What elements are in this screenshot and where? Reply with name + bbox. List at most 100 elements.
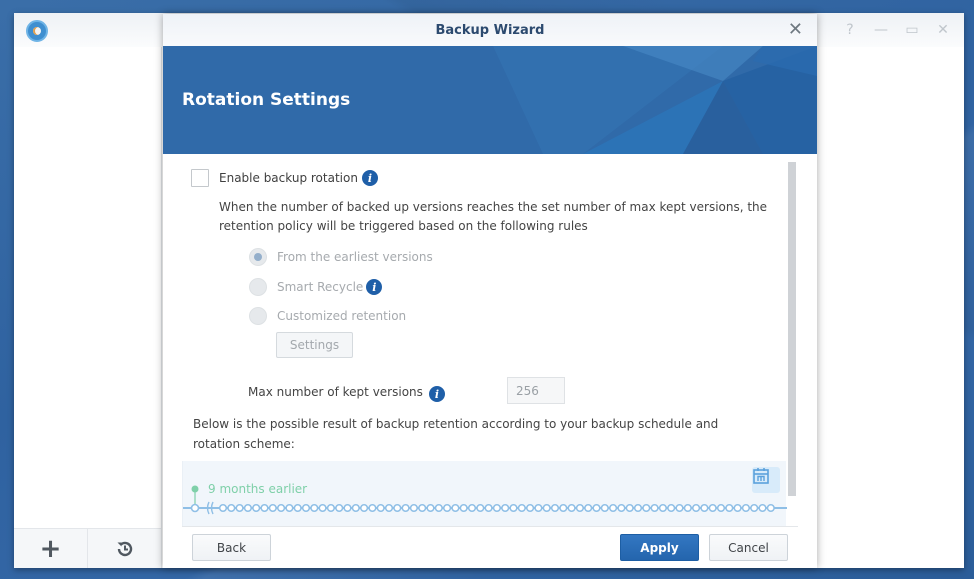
- version-point: [501, 503, 510, 513]
- version-point: [700, 503, 709, 513]
- version-point: [526, 503, 535, 513]
- version-point: [750, 503, 759, 513]
- rule-radio-earliest[interactable]: From the earliest versions: [249, 248, 433, 266]
- maximize-icon[interactable]: ▭: [905, 22, 919, 38]
- version-point: [235, 503, 244, 513]
- version-point: [758, 503, 767, 513]
- retention-timeline: 9 months earlier: [182, 461, 787, 526]
- version-point: [376, 503, 385, 513]
- dialog-titlebar: Backup Wizard ✕: [163, 14, 817, 46]
- rotation-description: When the number of backed up versions re…: [219, 200, 768, 233]
- close-icon[interactable]: ✕: [788, 20, 803, 40]
- version-point: [243, 503, 252, 513]
- version-point: [650, 503, 659, 513]
- version-point: [318, 503, 327, 513]
- radio-button[interactable]: [249, 248, 267, 266]
- version-point: [766, 503, 775, 513]
- enable-rotation-label[interactable]: Enable backup rotation: [219, 171, 358, 185]
- version-point: [443, 503, 452, 513]
- add-task-button[interactable]: +: [14, 529, 87, 568]
- footer-divider: [182, 526, 798, 527]
- version-point: [716, 503, 726, 513]
- radio-button[interactable]: [249, 307, 267, 325]
- version-point: [600, 503, 609, 513]
- version-point: [418, 503, 427, 513]
- version-point: [434, 503, 443, 513]
- enable-rotation-row: Enable backup rotation i: [191, 169, 378, 187]
- info-icon[interactable]: i: [428, 386, 445, 402]
- enable-rotation-checkbox[interactable]: [191, 169, 209, 187]
- version-point: [277, 503, 286, 513]
- radio-label: Smart Recycle: [277, 280, 364, 294]
- version-point: [459, 503, 468, 513]
- version-point: [575, 503, 584, 513]
- version-point: [285, 503, 294, 513]
- timeline-start-label: 9 months earlier: [208, 482, 308, 496]
- minimize-icon[interactable]: —: [874, 22, 888, 38]
- restore-button[interactable]: [87, 529, 161, 568]
- version-point: [633, 503, 643, 513]
- radio-button[interactable]: [249, 278, 267, 296]
- version-point: [368, 503, 377, 513]
- hyper-backup-app-icon: [26, 20, 48, 42]
- version-point: [592, 503, 601, 513]
- close-app-icon[interactable]: ✕: [936, 22, 950, 38]
- version-point: [609, 503, 618, 513]
- version-point: [326, 503, 335, 513]
- radio-label: From the earliest versions: [277, 250, 433, 264]
- version-point: [642, 503, 651, 513]
- version-point: [310, 503, 319, 513]
- rule-radio-smart-recycle[interactable]: Smart Recycle i: [249, 278, 383, 296]
- version-point: [426, 503, 435, 513]
- rotation-settings-content: Enable backup rotation i When the number…: [163, 154, 817, 526]
- version-point: [384, 503, 394, 513]
- info-icon[interactable]: i: [366, 279, 383, 295]
- plus-icon: +: [39, 533, 62, 564]
- version-point: [534, 503, 543, 513]
- calendar-button[interactable]: [752, 467, 780, 493]
- version-point: [293, 503, 302, 513]
- version-point: [252, 503, 261, 513]
- apply-button[interactable]: Apply: [620, 534, 699, 561]
- vertical-scrollbar[interactable]: [788, 162, 796, 496]
- version-point: [675, 503, 684, 513]
- step-title: Rotation Settings: [182, 90, 351, 110]
- version-point: [559, 503, 568, 513]
- version-point: [335, 503, 344, 513]
- version-point: [617, 503, 626, 513]
- version-point: [542, 503, 551, 513]
- help-icon[interactable]: ?: [843, 22, 857, 38]
- dialog-title: Backup Wizard: [435, 22, 545, 38]
- back-button[interactable]: Back: [192, 534, 271, 561]
- max-versions-input[interactable]: 256: [507, 377, 565, 404]
- version-point: [658, 503, 667, 513]
- version-point: [343, 503, 352, 513]
- version-point: [467, 503, 477, 513]
- version-point: [268, 503, 277, 513]
- version-point: [733, 503, 742, 513]
- window-controls: ? — ▭ ✕: [843, 22, 950, 38]
- version-point: [517, 503, 526, 513]
- version-point: [667, 503, 676, 513]
- retention-settings-button[interactable]: Settings: [276, 332, 353, 358]
- version-point: [260, 503, 269, 513]
- calendar-icon: [753, 468, 769, 484]
- version-point: [584, 503, 593, 513]
- cancel-button[interactable]: Cancel: [709, 534, 788, 561]
- version-point: [725, 503, 734, 513]
- rule-radio-customized[interactable]: Customized retention: [249, 307, 406, 325]
- version-point: [567, 503, 576, 513]
- info-icon[interactable]: i: [361, 170, 378, 186]
- sidebar-footer: +: [14, 528, 161, 568]
- retention-result-text: Below is the possible result of backup r…: [193, 417, 719, 451]
- version-point: [625, 503, 634, 513]
- version-point: [550, 503, 560, 513]
- version-point: [227, 503, 236, 513]
- version-point: [741, 503, 750, 513]
- version-point: [509, 503, 518, 513]
- version-point: [492, 503, 501, 513]
- max-versions-row: Max number of kept versions i: [248, 382, 445, 402]
- version-point: [218, 503, 228, 513]
- version-point: [451, 503, 460, 513]
- start-marker-dot: [191, 485, 199, 493]
